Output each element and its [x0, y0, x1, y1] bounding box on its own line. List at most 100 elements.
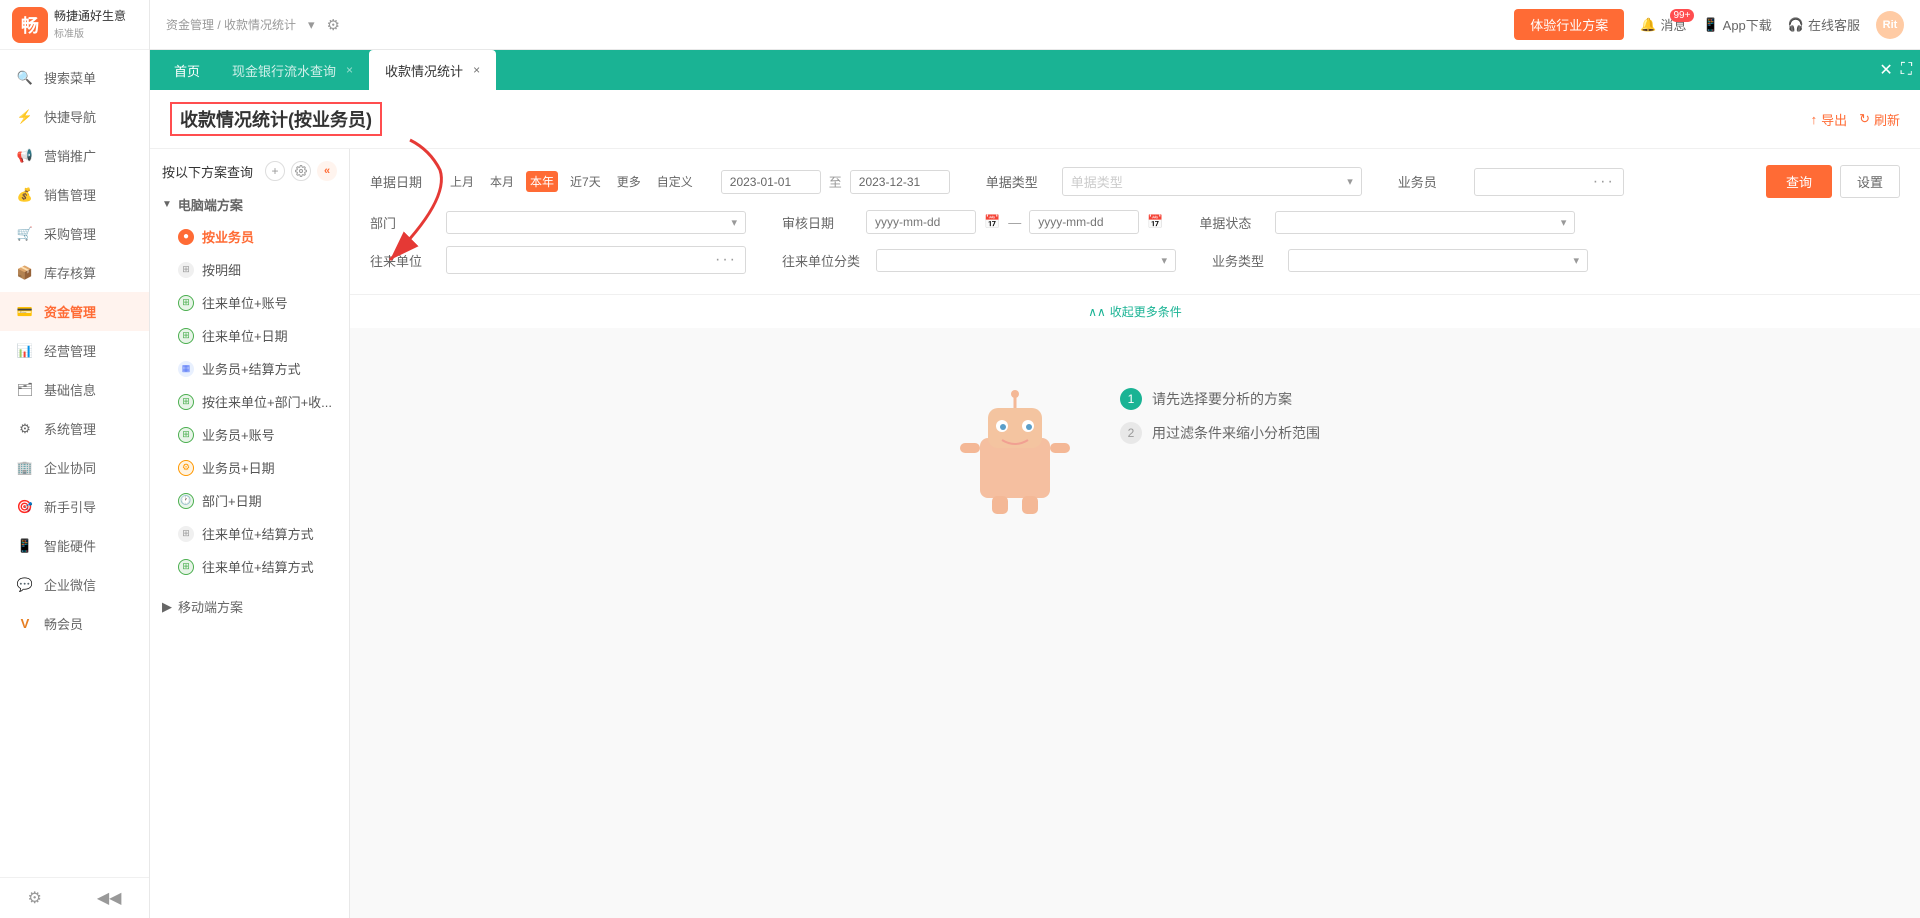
biz-type-select[interactable]: ▾ [1288, 249, 1588, 272]
right-panel: 单据日期 上月 本月 本年 近7天 更多 自定义 至 [350, 149, 1920, 918]
date-tab-this-year[interactable]: 本年 [526, 171, 558, 192]
setting-button[interactable]: 设置 [1840, 165, 1900, 198]
scheme-item-partner-account[interactable]: ⊞ 往来单位+账号 [150, 286, 349, 319]
scheme-item-partner-settlement2[interactable]: ⊞ 往来单位+结算方式 [150, 550, 349, 583]
sidebar-item-member[interactable]: V 畅会员 [0, 604, 149, 643]
scheme-item-by-salesperson[interactable]: ● 按业务员 [150, 220, 349, 253]
logo-icon: 畅 [12, 7, 48, 43]
tab-bank-flow[interactable]: 现金银行流水查询 × [216, 50, 369, 90]
date-tab-7days[interactable]: 近7天 [566, 171, 605, 192]
settings-scheme-btn[interactable] [291, 161, 311, 181]
user-avatar[interactable]: Rit [1876, 11, 1904, 39]
guide-icon: 🎯 [16, 498, 34, 516]
tab-bank-flow-close[interactable]: × [346, 63, 353, 77]
sidebar-item-label: 企业协同 [44, 458, 96, 477]
mobile-scheme-group[interactable]: ▶ 移动端方案 [150, 591, 349, 622]
sidebar-item-finance[interactable]: 💳 资金管理 [0, 292, 149, 331]
scheme-label-by-detail: 按明细 [202, 260, 241, 279]
refresh-button[interactable]: ↻ 刷新 [1859, 110, 1900, 129]
tab-close-window-btn[interactable]: ✕ [1879, 60, 1892, 80]
counterparty-category-select[interactable]: ▾ [876, 249, 1176, 272]
sidebar-item-purchase[interactable]: 🛒 采购管理 [0, 214, 149, 253]
doc-status-label: 单据状态 [1199, 213, 1259, 232]
salesperson-select[interactable]: ··· [1474, 168, 1624, 196]
sidebar-item-quick-nav[interactable]: ⚡ 快捷导航 [0, 97, 149, 136]
salesperson-more-icon[interactable]: ··· [1593, 173, 1615, 191]
tab-home[interactable]: 首页 [158, 50, 216, 90]
sidebar-item-label: 库存核算 [44, 263, 96, 282]
filter-area: 单据日期 上月 本月 本年 近7天 更多 自定义 至 [350, 149, 1920, 295]
app-download-area[interactable]: 📱 App下载 [1702, 15, 1771, 34]
empty-step-2: 2 用过滤条件来缩小分析范围 [1120, 422, 1320, 444]
dropdown-icon[interactable]: ▾ [308, 17, 315, 33]
desktop-group-title[interactable]: ▼ 电脑端方案 [150, 189, 349, 220]
settings-header-icon[interactable]: ⚙ [327, 16, 340, 34]
notification-count: 99+ [1670, 9, 1695, 22]
demo-button[interactable]: 体验行业方案 [1514, 9, 1624, 40]
notification-area[interactable]: 🔔 消息 99+ [1640, 15, 1686, 34]
scheme-item-partner-dept[interactable]: ⊞ 按往来单位+部门+收... [150, 385, 349, 418]
sidebar-item-guide[interactable]: 🎯 新手引导 [0, 487, 149, 526]
counterparty-more-icon[interactable]: ··· [715, 251, 737, 269]
scheme-item-by-detail[interactable]: ⊞ 按明细 [150, 253, 349, 286]
sidebar-item-search-menu[interactable]: 🔍 搜索菜单 [0, 58, 149, 97]
date-tab-last-month[interactable]: 上月 [446, 171, 478, 192]
export-icon: ↑ [1811, 112, 1818, 127]
filter-row-1: 单据日期 上月 本月 本年 近7天 更多 自定义 至 [370, 165, 1900, 198]
salesperson-label: 业务员 [1398, 172, 1458, 191]
step-num-2: 2 [1120, 422, 1142, 444]
scheme-item-partner-date[interactable]: ⊞ 往来单位+日期 [150, 319, 349, 352]
tab-collection-stats[interactable]: 收款情况统计 × [369, 50, 496, 90]
date-label: 单据日期 [370, 172, 430, 191]
date-from-input[interactable] [721, 170, 821, 194]
doc-status-arrow-icon: ▾ [1561, 216, 1567, 229]
dept-select[interactable]: ▾ [446, 211, 746, 234]
doc-type-select[interactable]: 单据类型 ▾ [1062, 167, 1362, 196]
query-button[interactable]: 查询 [1766, 165, 1832, 198]
sidebar-item-system[interactable]: ⚙ 系统管理 [0, 409, 149, 448]
tab-maximize-btn[interactable]: ⛶ [1901, 61, 1912, 79]
sidebar-item-smart-hw[interactable]: 📱 智能硬件 [0, 526, 149, 565]
customer-service-area[interactable]: 🎧 在线客服 [1788, 15, 1860, 34]
collapse-sidebar-icon[interactable]: ◀◀ [97, 888, 122, 908]
sidebar-item-sales[interactable]: 💰 销售管理 [0, 175, 149, 214]
sidebar-item-marketing[interactable]: 📢 营销推广 [0, 136, 149, 175]
desktop-scheme-group: ▼ 电脑端方案 ● 按业务员 ⊞ 按明细 ⊞ 往 [150, 189, 349, 591]
sidebar-item-operations[interactable]: 📊 经营管理 [0, 331, 149, 370]
review-date-from-input[interactable] [866, 210, 976, 234]
empty-step-1: 1 请先选择要分析的方案 [1120, 388, 1320, 410]
scheme-item-salesperson-date[interactable]: ⚙ 业务员+日期 [150, 451, 349, 484]
sidebar: 畅 畅捷通好生意 标准版 🔍 搜索菜单 ⚡ 快捷导航 📢 营销推广 💰 销售管理 [0, 0, 150, 918]
scheme-item-partner-settlement[interactable]: ⊞ 往来单位+结算方式 [150, 517, 349, 550]
customer-service-label: 在线客服 [1808, 15, 1860, 34]
sidebar-item-enterprise[interactable]: 🏢 企业协同 [0, 448, 149, 487]
settings-bottom-icon[interactable]: ⚙ [28, 888, 42, 908]
counterparty-select[interactable]: ··· [446, 246, 746, 274]
scheme-item-dept-date[interactable]: 🕐 部门+日期 [150, 484, 349, 517]
export-button[interactable]: ↑ 导出 [1811, 110, 1848, 129]
sidebar-item-label: 企业微信 [44, 575, 96, 594]
date-tab-more[interactable]: 更多 [613, 171, 645, 192]
biz-type-label: 业务类型 [1212, 251, 1272, 270]
scheme-icon-salesperson-date: ⚙ [178, 460, 194, 476]
collapse-left-panel-btn[interactable]: « [317, 161, 337, 181]
date-tab-custom[interactable]: 自定义 [653, 171, 697, 192]
collapse-bar[interactable]: ∧∧ 收起更多条件 [350, 295, 1920, 328]
date-tab-this-month[interactable]: 本月 [486, 171, 518, 192]
doc-status-select[interactable]: ▾ [1275, 211, 1575, 234]
gear-icon [295, 165, 307, 177]
date-to-input[interactable] [850, 170, 950, 194]
sidebar-item-wechat[interactable]: 💬 企业微信 [0, 565, 149, 604]
sidebar-item-basic-info[interactable]: 🗂 基础信息 [0, 370, 149, 409]
add-scheme-btn[interactable]: + [265, 161, 285, 181]
download-icon: 📱 [1702, 17, 1718, 33]
sidebar-item-inventory[interactable]: 📦 库存核算 [0, 253, 149, 292]
quick-nav-icon: ⚡ [16, 108, 34, 126]
scheme-item-salesperson-method[interactable]: ▦ 业务员+结算方式 [150, 352, 349, 385]
sidebar-item-label: 快捷导航 [44, 107, 96, 126]
review-date-to-input[interactable] [1029, 210, 1139, 234]
sidebar-item-label: 新手引导 [44, 497, 96, 516]
tab-collection-stats-close[interactable]: × [473, 63, 480, 77]
scheme-item-salesperson-account[interactable]: ⊞ 业务员+账号 [150, 418, 349, 451]
sales-icon: 💰 [16, 186, 34, 204]
